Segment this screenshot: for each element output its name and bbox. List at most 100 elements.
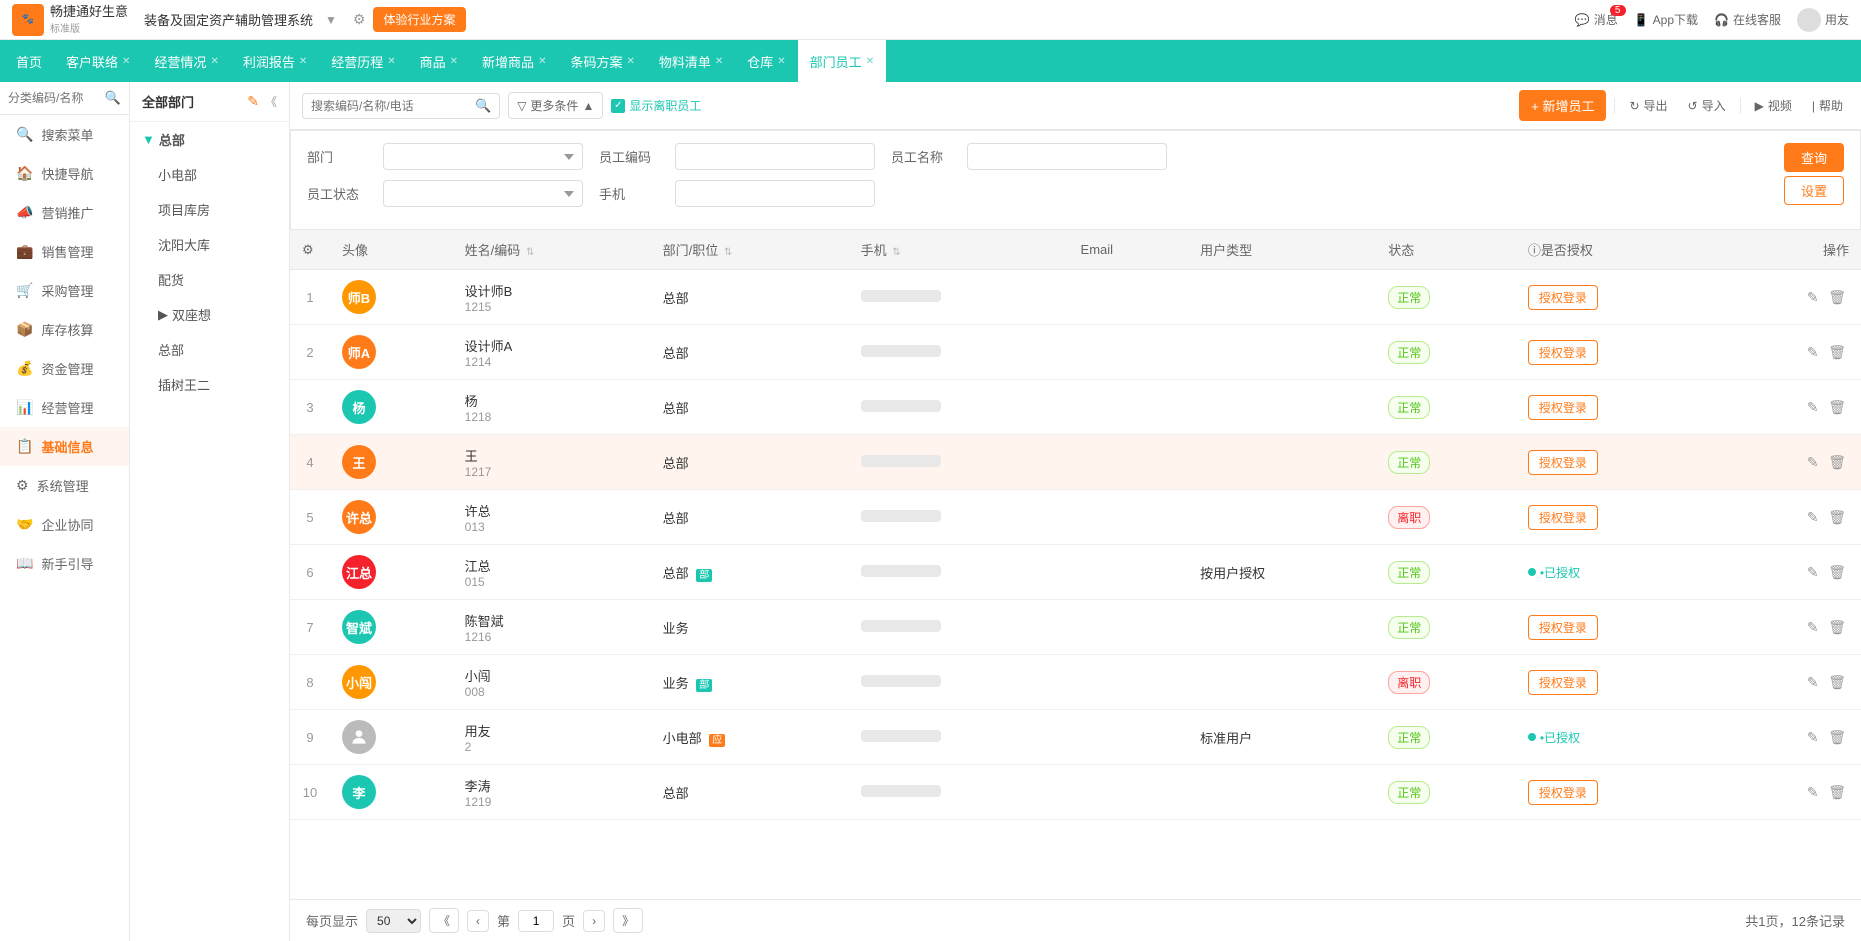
sidebar-item-inventory[interactable]: 📦 库存核算 <box>0 310 129 349</box>
search-input[interactable] <box>311 99 471 113</box>
sidebar-search[interactable]: 🔍 <box>0 82 129 115</box>
tab-goods[interactable]: 商品✕ <box>408 40 470 82</box>
edit-button[interactable]: ✎ <box>1807 784 1819 800</box>
delete-button[interactable]: 🗑 <box>1828 454 1846 470</box>
tab-bom-close[interactable]: ✕ <box>715 56 723 67</box>
auth-login-button[interactable]: 授权登录 <box>1528 780 1598 805</box>
next-page-btn[interactable]: › <box>583 910 605 932</box>
tree-item-xiangmu[interactable]: 项目库房 <box>130 192 289 227</box>
delete-button[interactable]: 🗑 <box>1828 344 1846 360</box>
tab-barcode[interactable]: 条码方案✕ <box>558 40 646 82</box>
page-input[interactable] <box>518 910 554 932</box>
trial-button[interactable]: 体验行业方案 <box>373 7 465 32</box>
tree-item-zongbu2[interactable]: 总部 <box>130 332 289 367</box>
sidebar-item-mgmt[interactable]: 📊 经营管理 <box>0 388 129 427</box>
sidebar-search-input[interactable] <box>8 91 101 105</box>
app-download-btn[interactable]: 📱 App下载 <box>1634 11 1698 28</box>
help-button[interactable]: | 帮助 <box>1806 93 1849 118</box>
tree-item-shuangzuo[interactable]: ▶ 双座想 <box>130 297 289 332</box>
tab-operation-close[interactable]: ✕ <box>210 56 218 67</box>
tab-dept-staff[interactable]: 部门员工✕ <box>798 40 886 82</box>
first-page-btn[interactable]: 《 <box>429 908 459 933</box>
search-box[interactable]: 🔍 <box>302 93 500 119</box>
last-page-btn[interactable]: 》 <box>613 908 643 933</box>
add-employee-button[interactable]: + 新增员工 <box>1519 90 1606 121</box>
user-menu[interactable]: 用友 <box>1797 8 1849 32</box>
sidebar-item-system[interactable]: ⚙ 系统管理 <box>0 466 129 505</box>
search-submit-icon[interactable]: 🔍 <box>475 98 491 114</box>
tab-dept-staff-close[interactable]: ✕ <box>866 56 874 67</box>
tab-profit[interactable]: 利润报告✕ <box>231 40 319 82</box>
tree-edit-icon[interactable]: ✎ <box>247 93 259 110</box>
emp-status-select[interactable] <box>383 180 583 207</box>
auth-login-button[interactable]: 授权登录 <box>1528 395 1598 420</box>
edit-button[interactable]: ✎ <box>1807 289 1819 305</box>
sidebar-item-collab[interactable]: 🤝 企业协同 <box>0 505 129 544</box>
sidebar-item-finance[interactable]: 💰 资金管理 <box>0 349 129 388</box>
sidebar-item-purchase[interactable]: 🛒 采购管理 <box>0 271 129 310</box>
edit-button[interactable]: ✎ <box>1807 729 1819 745</box>
auth-login-button[interactable]: 授权登录 <box>1528 450 1598 475</box>
tab-profit-close[interactable]: ✕ <box>299 56 307 67</box>
tab-warehouse-close[interactable]: ✕ <box>777 56 785 67</box>
sidebar-item-basic[interactable]: 📋 基础信息 <box>0 427 129 466</box>
delete-button[interactable]: 🗑 <box>1828 674 1846 690</box>
tree-item-shenyang[interactable]: 沈阳大库 <box>130 227 289 262</box>
auth-login-button[interactable]: 授权登录 <box>1528 340 1598 365</box>
edit-button[interactable]: ✎ <box>1807 509 1819 525</box>
tab-history-close[interactable]: ✕ <box>387 56 395 67</box>
sidebar-item-quicknav[interactable]: 🏠 快捷导航 <box>0 154 129 193</box>
phone-input[interactable] <box>675 180 875 207</box>
edit-button[interactable]: ✎ <box>1807 619 1819 635</box>
show-resigned-checkbox[interactable]: ✓ 显示离职员工 <box>611 97 701 114</box>
auth-login-button[interactable]: 授权登录 <box>1528 285 1598 310</box>
delete-button[interactable]: 🗑 <box>1828 619 1846 635</box>
th-phone[interactable]: 手机 ⇅ <box>849 230 1069 270</box>
set-button[interactable]: 设置 <box>1784 176 1844 205</box>
tree-item-chashuwang[interactable]: 插树王二 <box>130 367 289 402</box>
tree-item-xiaodian[interactable]: 小电部 <box>130 157 289 192</box>
sidebar-item-search[interactable]: 🔍 搜索菜单 <box>0 115 129 154</box>
emp-code-input[interactable] <box>675 143 875 170</box>
tree-collapse-btn[interactable]: 《 <box>265 93 277 110</box>
delete-button[interactable]: 🗑 <box>1828 784 1846 800</box>
edit-button[interactable]: ✎ <box>1807 454 1819 470</box>
tree-item-peihuo[interactable]: 配货 <box>130 262 289 297</box>
delete-button[interactable]: 🗑 <box>1828 509 1846 525</box>
delete-button[interactable]: 🗑 <box>1828 729 1846 745</box>
edit-button[interactable]: ✎ <box>1807 399 1819 415</box>
tab-customer[interactable]: 客户联络✕ <box>54 40 142 82</box>
sidebar-item-sales[interactable]: 💼 销售管理 <box>0 232 129 271</box>
sidebar-item-marketing[interactable]: 📣 营销推广 <box>0 193 129 232</box>
prev-page-btn[interactable]: ‹ <box>467 910 489 932</box>
auth-login-button[interactable]: 授权登录 <box>1528 505 1598 530</box>
import-button[interactable]: ↺ 导入 <box>1682 93 1732 118</box>
auth-login-button[interactable]: 授权登录 <box>1528 615 1598 640</box>
page-size-select[interactable]: 50 100 200 <box>366 909 421 933</box>
query-button[interactable]: 查询 <box>1784 143 1844 172</box>
view-button[interactable]: ▶ 视频 <box>1749 93 1798 118</box>
th-settings[interactable]: ⚙ <box>290 230 330 270</box>
tab-history[interactable]: 经营历程✕ <box>319 40 407 82</box>
tab-barcode-close[interactable]: ✕ <box>626 56 634 67</box>
dept-filter-select[interactable] <box>383 143 583 170</box>
emp-name-input[interactable] <box>967 143 1167 170</box>
tab-add-goods-close[interactable]: ✕ <box>538 56 546 67</box>
th-name[interactable]: 姓名/编码 ⇅ <box>453 230 651 270</box>
delete-button[interactable]: 🗑 <box>1828 399 1846 415</box>
auth-login-button[interactable]: 授权登录 <box>1528 670 1598 695</box>
tab-bom[interactable]: 物料清单✕ <box>647 40 735 82</box>
more-filter-button[interactable]: ▽ 更多条件 ▲ <box>508 92 603 119</box>
tab-warehouse[interactable]: 仓库✕ <box>735 40 797 82</box>
edit-button[interactable]: ✎ <box>1807 564 1819 580</box>
tree-item-zongbu[interactable]: ▼ 总部 <box>130 122 289 157</box>
tab-customer-close[interactable]: ✕ <box>122 56 130 67</box>
tab-operation[interactable]: 经营情况✕ <box>142 40 230 82</box>
delete-button[interactable]: 🗑 <box>1828 289 1846 305</box>
edit-button[interactable]: ✎ <box>1807 344 1819 360</box>
online-service-btn[interactable]: 🎧 在线客服 <box>1714 11 1781 28</box>
sidebar-item-guide[interactable]: 📖 新手引导 <box>0 544 129 583</box>
tab-home[interactable]: 首页 <box>4 40 54 82</box>
edit-button[interactable]: ✎ <box>1807 674 1819 690</box>
export-button[interactable]: ↻ 导出 <box>1623 93 1673 118</box>
